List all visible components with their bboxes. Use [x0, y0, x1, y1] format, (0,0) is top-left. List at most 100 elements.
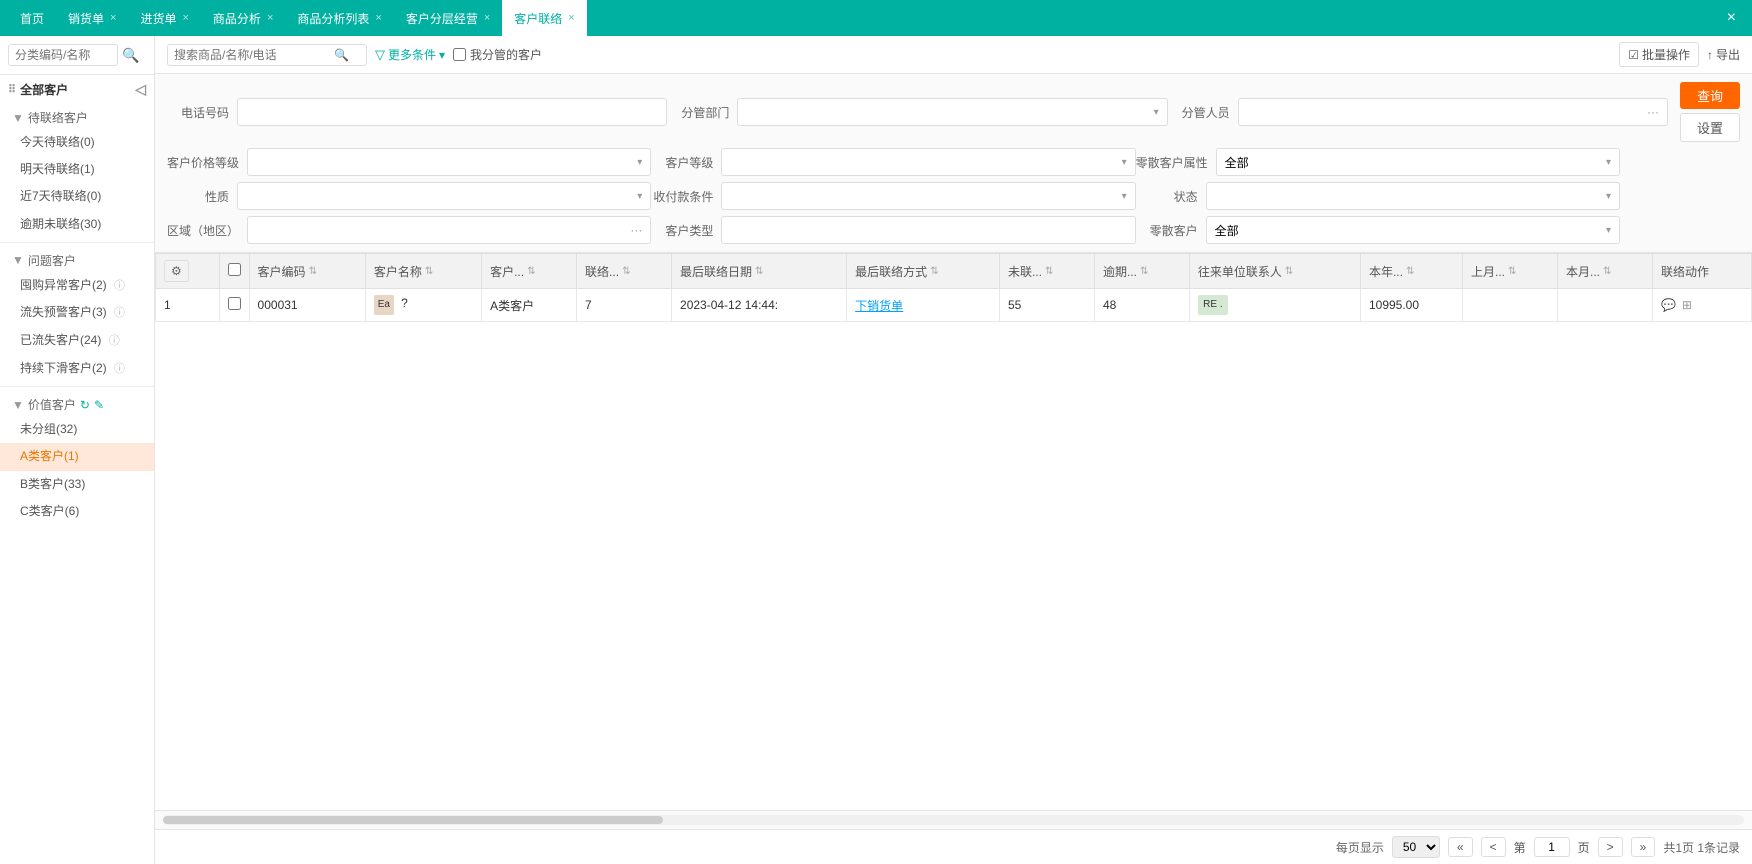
col-type: 客户... ⇅	[482, 254, 577, 289]
sort-uncontacted-icon[interactable]: ⇅	[1045, 266, 1053, 277]
page-size-select[interactable]: 50	[1392, 836, 1440, 858]
nav-customer-contact[interactable]: 客户联络 ×	[502, 0, 586, 36]
sort-method-icon[interactable]: ⇅	[930, 266, 938, 277]
sort-lastmonth-icon[interactable]: ⇅	[1508, 266, 1516, 277]
filter-status-select[interactable]: ▾	[1206, 182, 1620, 210]
filter-chevron-icon: ▾	[439, 48, 445, 62]
filter-region-select[interactable]: ···	[247, 216, 651, 244]
filter-customer-type-input[interactable]	[721, 216, 1135, 244]
nav-purchase[interactable]: 进货单 ×	[128, 0, 200, 36]
nav-customer-segment-label: 客户分层经营	[406, 10, 478, 27]
sort-type-icon[interactable]: ⇅	[527, 266, 535, 277]
sidebar-item-churn-warning[interactable]: 流失预警客户(3) ⓘ	[0, 299, 154, 327]
filter-dept-select[interactable]: ▾	[737, 98, 1167, 126]
sidebar-item-tomorrow-pending[interactable]: 明天待联络(1)	[0, 156, 154, 183]
select-all-checkbox[interactable]	[228, 263, 241, 276]
filter-price-level-select[interactable]: ▾	[247, 148, 651, 176]
nav-sales-close[interactable]: ×	[110, 12, 116, 24]
last-method-link[interactable]: 下销货单	[855, 299, 903, 313]
row-checkbox[interactable]	[228, 297, 241, 310]
my-customer-checkbox-area[interactable]: 我分管的客户	[453, 46, 542, 63]
window-close-button[interactable]: ×	[1719, 9, 1744, 27]
nav-home[interactable]: 首页	[8, 0, 56, 36]
toolbar-search-icon[interactable]: 🔍	[334, 48, 349, 62]
col-gear: ⚙	[156, 254, 220, 289]
filter-payment-select[interactable]: ▾	[721, 182, 1135, 210]
query-button[interactable]: 查询	[1680, 82, 1740, 109]
sidebar-group-pending: ▼ 待联络客户	[0, 104, 154, 129]
nav-customer-contact-close[interactable]: ×	[568, 12, 574, 24]
sidebar-item-a-class[interactable]: A类客户(1)	[0, 443, 154, 470]
filter-customer-level-select[interactable]: ▾	[721, 148, 1135, 176]
sidebar-item-declining[interactable]: 持续下滑客户(2) ⓘ	[0, 355, 154, 383]
filter-retail-customer: 零散客户 全部 ▾	[1136, 216, 1620, 244]
sort-year-icon[interactable]: ⇅	[1406, 266, 1414, 277]
filter-retail-customer-select[interactable]: 全部 ▾	[1206, 216, 1620, 244]
col-contact-person: 往来单位联系人 ⇅	[1189, 254, 1360, 289]
sort-overdue-icon[interactable]: ⇅	[1140, 266, 1148, 277]
sidebar-item-7day-pending[interactable]: 近7天待联络(0)	[0, 183, 154, 210]
chat-icon[interactable]: 💬	[1661, 298, 1676, 312]
filter-retail-attr-select[interactable]: 全部 ▾	[1216, 148, 1620, 176]
next-page-button[interactable]: >	[1598, 837, 1623, 857]
sort-contact-icon[interactable]: ⇅	[622, 266, 630, 277]
nav-product-analysis-close[interactable]: ×	[267, 12, 273, 24]
info-icon-2: ⓘ	[114, 307, 125, 319]
setting-button[interactable]: 设置	[1680, 113, 1740, 142]
filter-manager-label: 分管人员	[1168, 104, 1238, 121]
filter-region-label: 区域（地区）	[167, 222, 247, 239]
sidebar-item-abnormal[interactable]: 囤购异常客户(2) ⓘ	[0, 272, 154, 300]
nav-customer-segment-close[interactable]: ×	[484, 12, 490, 24]
sidebar-item-overdue[interactable]: 逾期未联络(30)	[0, 211, 154, 238]
nav-customer-contact-label: 客户联络	[514, 10, 562, 27]
col-name: 客户名称 ⇅	[365, 254, 481, 289]
page-number-input[interactable]	[1534, 837, 1570, 857]
value-group-refresh[interactable]: ↻	[80, 398, 90, 412]
nav-sales[interactable]: 销货单 ×	[56, 0, 128, 36]
main-layout: 🔍 ⠿ 全部客户 ◁ ▼ 待联络客户 今天待联络(0) 明天待联络(1) 近7天…	[0, 36, 1752, 864]
my-customer-checkbox[interactable]	[453, 48, 466, 61]
sidebar-item-c-class[interactable]: C类客户(6)	[0, 498, 154, 525]
nav-customer-segment[interactable]: 客户分层经营 ×	[394, 0, 502, 36]
sort-code-icon[interactable]: ⇅	[309, 266, 317, 277]
filter-region-dots[interactable]: ···	[630, 223, 642, 237]
sort-name-icon[interactable]: ⇅	[425, 266, 433, 277]
batch-operation-button[interactable]: ☑ 批量操作	[1619, 42, 1699, 67]
filter-phone-input[interactable]	[237, 98, 667, 126]
nav-product-analysis[interactable]: 商品分析 ×	[201, 0, 285, 36]
scrollbar-thumb[interactable]	[163, 816, 663, 824]
sidebar-search-icon[interactable]: 🔍	[122, 47, 139, 64]
nav-purchase-close[interactable]: ×	[182, 12, 188, 24]
filter-nature-select[interactable]: ▾	[237, 182, 651, 210]
value-group-edit[interactable]: ✎	[94, 398, 104, 412]
nav-product-analysis-list[interactable]: 商品分析列表 ×	[285, 0, 393, 36]
sidebar-all-customers[interactable]: ⠿ 全部客户 ◁	[0, 75, 154, 104]
sort-thismonth-icon[interactable]: ⇅	[1603, 266, 1611, 277]
qr-icon[interactable]: ⊞	[1682, 298, 1692, 312]
sidebar-item-b-class[interactable]: B类客户(33)	[0, 471, 154, 498]
batch-op-icon: ☑	[1628, 48, 1639, 62]
col-this-year: 本年... ⇅	[1360, 254, 1462, 289]
prev-page-button[interactable]: <	[1481, 837, 1506, 857]
last-page-button[interactable]: »	[1631, 837, 1656, 857]
sidebar-item-today-pending[interactable]: 今天待联络(0)	[0, 129, 154, 156]
column-settings-button[interactable]: ⚙	[164, 260, 189, 282]
filter-manager-dots[interactable]: ···	[1647, 105, 1659, 119]
sort-date-icon[interactable]: ⇅	[755, 266, 763, 277]
filter-more-button[interactable]: ▽ 更多条件 ▾	[375, 46, 445, 63]
action-buttons: 查询 设置	[1680, 82, 1740, 142]
col-last-method: 最后联络方式 ⇅	[847, 254, 1000, 289]
sidebar-item-ungroup[interactable]: 未分组(32)	[0, 416, 154, 443]
sidebar-item-churned[interactable]: 已流失客户(24) ⓘ	[0, 327, 154, 355]
sidebar-search-input[interactable]	[8, 44, 118, 66]
filter-nature: 性质 ▾	[167, 182, 651, 210]
sidebar-collapse-icon[interactable]: ◁	[135, 81, 146, 98]
nav-product-analysis-list-close[interactable]: ×	[375, 12, 381, 24]
export-button[interactable]: ↑ 导出	[1707, 46, 1740, 63]
first-page-button[interactable]: «	[1448, 837, 1473, 857]
toolbar-search-input[interactable]	[174, 48, 334, 62]
filter-manager-input[interactable]: ···	[1238, 98, 1668, 126]
sidebar: 🔍 ⠿ 全部客户 ◁ ▼ 待联络客户 今天待联络(0) 明天待联络(1) 近7天…	[0, 36, 155, 864]
info-icon-4: ⓘ	[114, 363, 125, 375]
sort-person-icon[interactable]: ⇅	[1285, 266, 1293, 277]
